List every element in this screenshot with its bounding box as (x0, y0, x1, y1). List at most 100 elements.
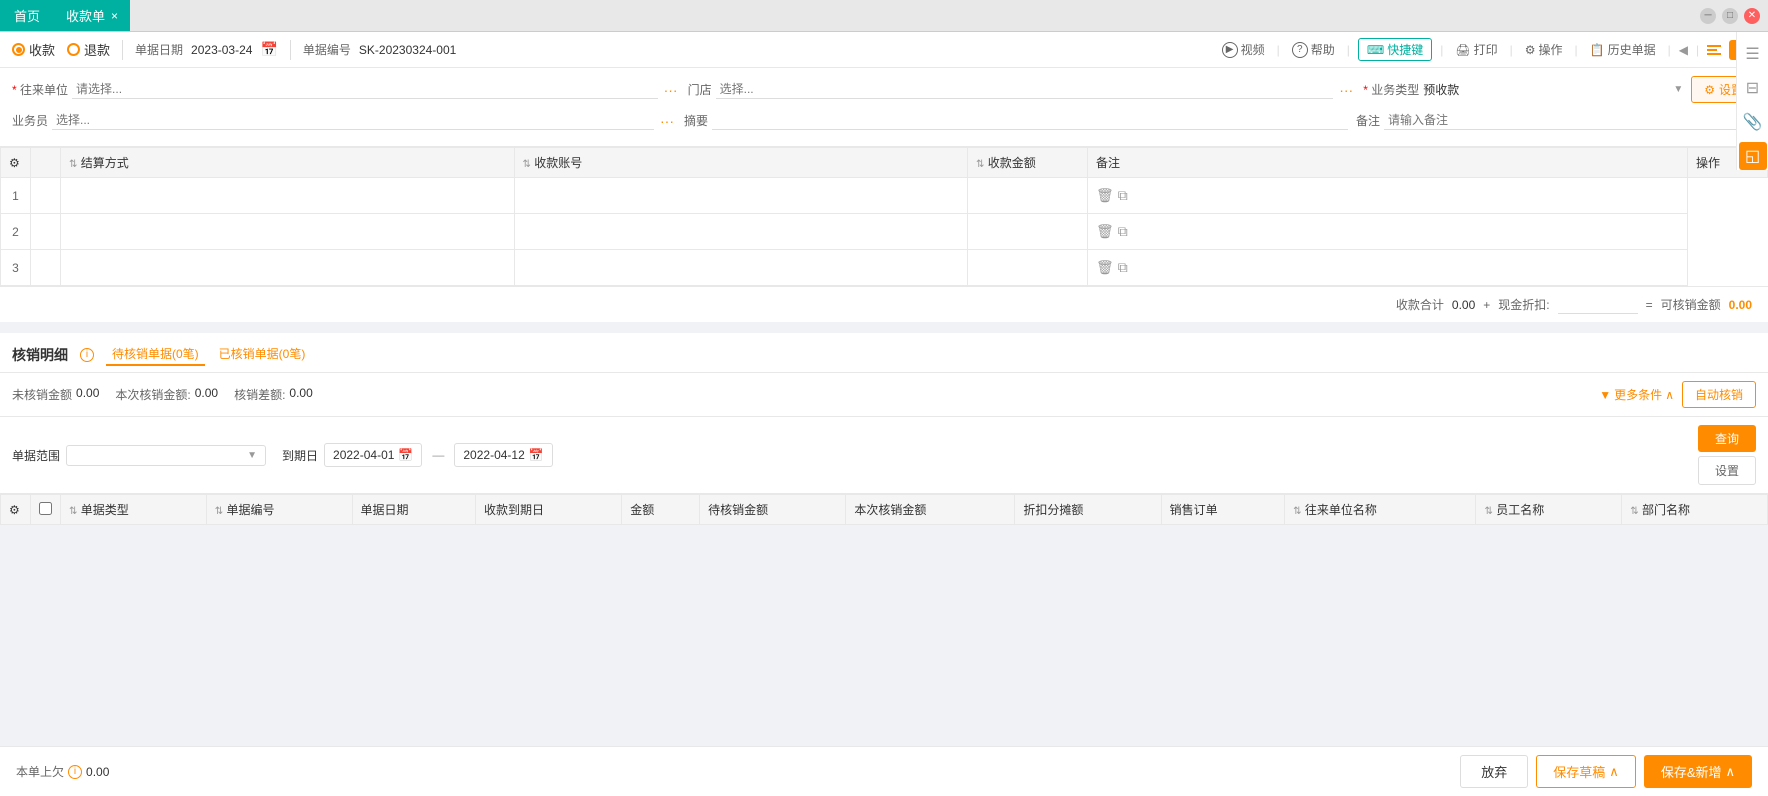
note-input-2[interactable] (968, 214, 1087, 249)
panel-list-icon[interactable]: ⊟ (1739, 74, 1767, 102)
discount-input[interactable] (1558, 295, 1638, 314)
lth-check[interactable] (31, 495, 61, 525)
td-note-3[interactable] (968, 250, 1088, 286)
account-input-3[interactable] (61, 250, 514, 285)
minimize-button[interactable]: ─ (1700, 8, 1716, 24)
settlement-input-2[interactable] (31, 214, 60, 249)
delete-icon-1[interactable]: 🗑 (1096, 187, 1114, 204)
td-amount-1[interactable] (514, 178, 968, 214)
panel-attach-icon[interactable]: 📎 (1739, 108, 1767, 136)
store-input[interactable] (716, 80, 1334, 99)
note-input[interactable] (1384, 111, 1756, 130)
copy-icon-1[interactable]: ⧉ (1118, 187, 1128, 204)
td-amount-2[interactable] (514, 214, 968, 250)
partner-label: 往来单位 (12, 81, 68, 98)
abandon-button[interactable]: 放弃 (1460, 755, 1528, 788)
operation-button[interactable]: ⚙ 操作 (1521, 39, 1567, 60)
td-account-1[interactable] (61, 178, 515, 214)
tab-close-icon[interactable]: × (111, 9, 118, 23)
lth-due: 收款到期日 (475, 495, 621, 525)
tab-home[interactable]: 首页 (0, 0, 54, 31)
equals-sign: = (1646, 298, 1653, 312)
calendar-icon[interactable]: 📅 (260, 41, 277, 58)
number-label: 单据编号 (303, 41, 351, 58)
query-button[interactable]: 查询 (1698, 425, 1756, 452)
staff-more-icon[interactable]: ··· (658, 113, 676, 129)
maximize-button[interactable]: □ (1722, 8, 1738, 24)
summary-input[interactable] (712, 111, 1348, 130)
refund-radio[interactable]: 退款 (67, 40, 110, 59)
date-from-value: 2022-04-01 (333, 448, 394, 462)
panel-table-icon[interactable]: ☰ (1739, 40, 1767, 68)
due-header-label: 收款到期日 (484, 503, 544, 517)
diff-label: 核销差额: (234, 386, 285, 403)
more-conditions-button[interactable]: ▼ 更多条件 ∧ (1599, 386, 1674, 403)
settlement-input-1[interactable] (31, 178, 60, 213)
action-cell-3: 🗑 ⧉ (1088, 255, 1687, 280)
note-input-3[interactable] (968, 250, 1087, 285)
date-header-label: 单据日期 (361, 503, 409, 517)
save-draft-button[interactable]: 保存草稿 ∧ (1536, 755, 1636, 788)
store-more-icon[interactable]: ··· (1337, 82, 1355, 98)
settlement-input-3[interactable] (31, 250, 60, 285)
lower-table: ⚙ ⇅ 单据类型 ⇅ 单据编号 单据日期 (0, 494, 1768, 525)
staff-input[interactable] (52, 111, 654, 130)
partner-more-icon[interactable]: ··· (662, 82, 680, 98)
verify-settings-button[interactable]: 设置 (1698, 456, 1756, 485)
date-separator: — (432, 448, 444, 462)
account-input-2[interactable] (61, 214, 514, 249)
td-note-1[interactable] (968, 178, 1088, 214)
print-button[interactable]: 🖨 打印 (1451, 39, 1501, 60)
video-button[interactable]: ▶ 视频 (1218, 39, 1269, 60)
verify-info-icon[interactable]: i (80, 348, 94, 362)
td-settlement-2[interactable] (31, 214, 61, 250)
td-action-2: 🗑 ⧉ (1088, 214, 1688, 250)
help-icon: ? (1292, 42, 1308, 58)
history-button[interactable]: 📋 历史单据 (1586, 39, 1660, 60)
td-settlement-3[interactable] (31, 250, 61, 286)
tab-receipt[interactable]: 收款单 × (54, 0, 130, 31)
layout-icon[interactable] (1707, 45, 1721, 55)
save-draft-arrow-icon: ∧ (1609, 764, 1619, 780)
partner-input[interactable] (72, 80, 658, 99)
bottom-info-icon[interactable]: i (68, 765, 82, 779)
td-amount-3[interactable] (514, 250, 968, 286)
lth-gear[interactable]: ⚙ (1, 495, 31, 525)
date-to-picker[interactable]: 2022-04-12 📅 (454, 443, 552, 467)
td-note-2[interactable] (968, 214, 1088, 250)
td-settlement-1[interactable] (31, 178, 61, 214)
panel-expand-icon[interactable]: ◱ (1739, 142, 1767, 170)
unverified-stat: 未核销金额 0.00 (12, 386, 99, 403)
note-input-1[interactable] (968, 178, 1087, 213)
copy-icon-2[interactable]: ⧉ (1118, 223, 1128, 240)
lth-order: 销售订单 (1161, 495, 1284, 525)
delete-icon-3[interactable]: 🗑 (1096, 259, 1114, 276)
copy-icon-3[interactable]: ⧉ (1118, 259, 1128, 276)
close-button[interactable]: ✕ (1744, 8, 1760, 24)
range-select[interactable]: ▼ (66, 445, 266, 466)
td-account-3[interactable] (61, 250, 515, 286)
tab-pending[interactable]: 待核销单据(0笔) (106, 343, 205, 366)
td-account-2[interactable] (61, 214, 515, 250)
right-panel: ☰ ⊟ 📎 ◱ (1736, 32, 1768, 170)
main-table: ⚙ ⇅ 结算方式 ⇅ 收款账号 ⇅ 收款金额 备注 (0, 147, 1768, 286)
tab-done[interactable]: 已核销单据(0笔) (213, 343, 312, 366)
th-gear[interactable]: ⚙ (1, 148, 31, 178)
account-input-1[interactable] (61, 178, 514, 213)
amount-input-2[interactable] (515, 214, 968, 249)
save-new-button[interactable]: 保存&新增 ∧ (1644, 755, 1752, 788)
prev-icon[interactable]: ◀ (1679, 43, 1688, 57)
amount-input-1[interactable] (515, 178, 968, 213)
calendar-from-icon: 📅 (398, 448, 413, 462)
business-dropdown-icon[interactable]: ▼ (1673, 84, 1683, 95)
receipt-radio[interactable]: 收款 (12, 40, 55, 59)
row-num-2: 2 (1, 214, 31, 250)
help-button[interactable]: ? 帮助 (1288, 39, 1339, 60)
shortcut-button[interactable]: ⌨ 快捷键 (1358, 38, 1432, 61)
shortcut-label: 快捷键 (1387, 41, 1423, 58)
date-from-picker[interactable]: 2022-04-01 📅 (324, 443, 422, 467)
auto-verify-button[interactable]: 自动核销 (1682, 381, 1756, 408)
amount-input-3[interactable] (515, 250, 968, 285)
delete-icon-2[interactable]: 🗑 (1096, 223, 1114, 240)
select-all-checkbox[interactable] (39, 502, 52, 515)
